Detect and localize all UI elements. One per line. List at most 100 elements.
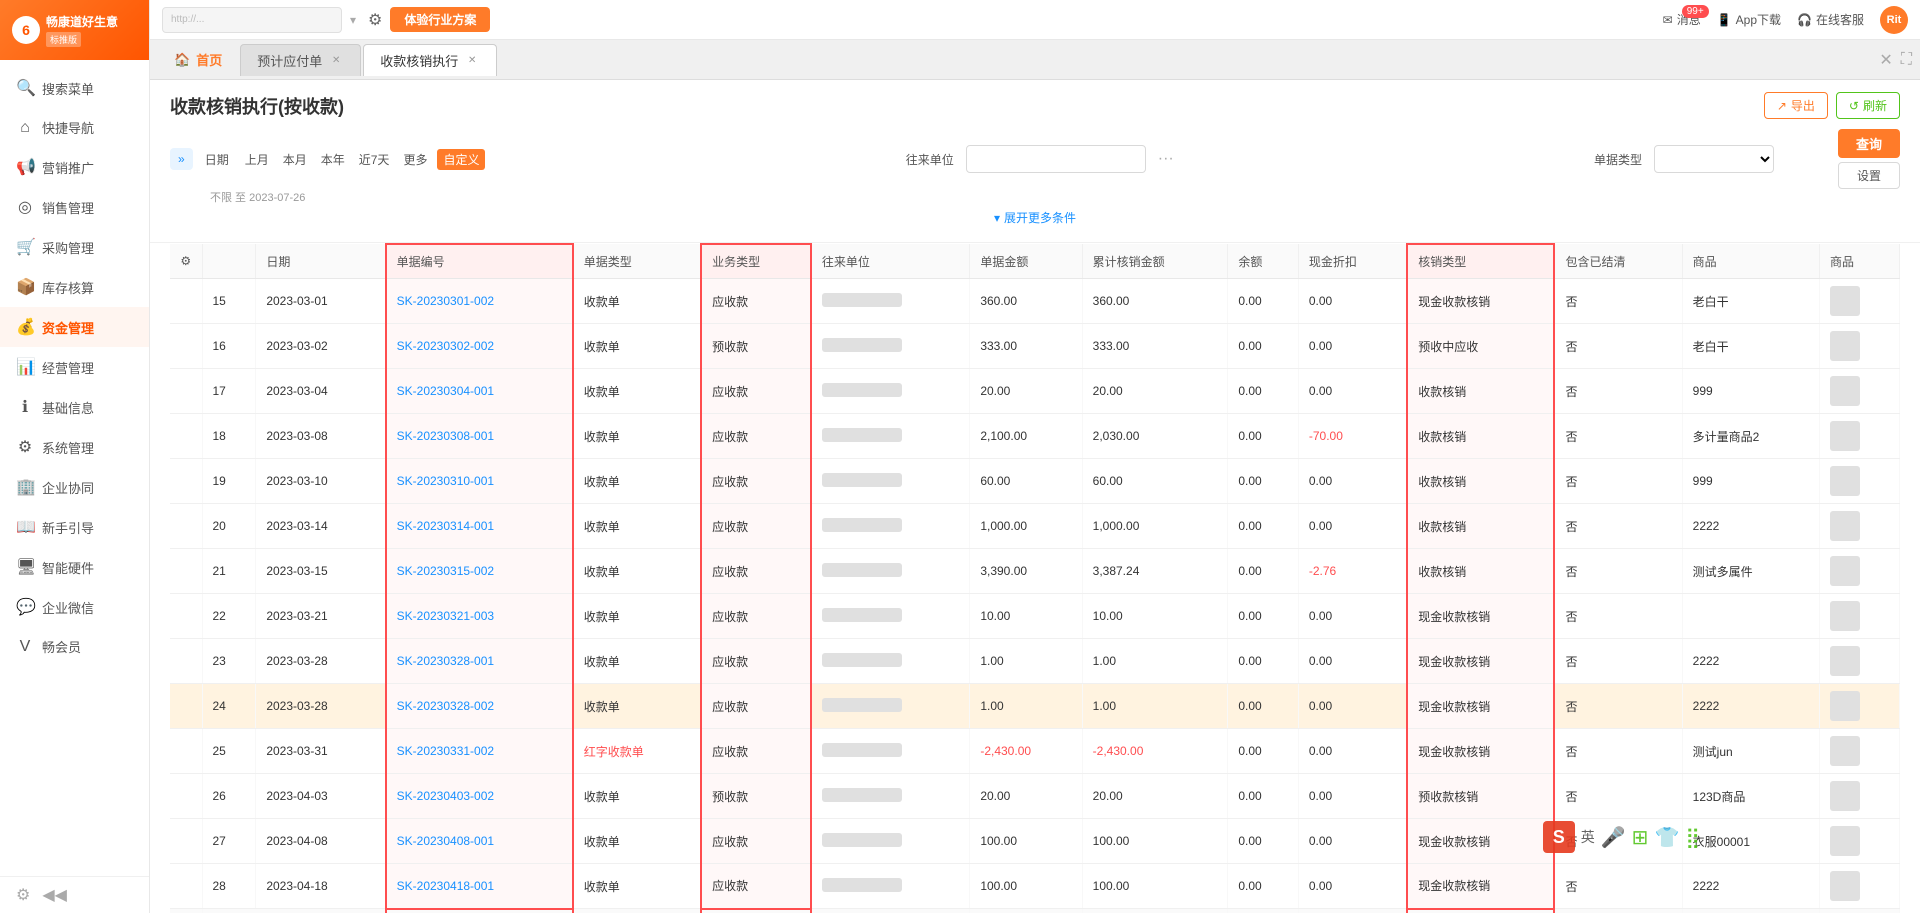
sidebar-item-marketing[interactable]: 📢营销推广 xyxy=(0,147,149,187)
col-amount[interactable]: 单据金额 xyxy=(970,244,1082,279)
code-link[interactable]: SK-20230331-002 xyxy=(397,744,494,758)
date-opt-7days[interactable]: 近7天 xyxy=(355,149,394,170)
col-settings[interactable]: ⚙ xyxy=(170,244,202,279)
code-link[interactable]: SK-20230302-002 xyxy=(397,339,494,353)
sidebar-item-quicknav[interactable]: ⌂快捷导航 xyxy=(0,108,149,147)
code-link[interactable]: SK-20230315-002 xyxy=(397,564,494,578)
maximize-icon[interactable]: ⛶ xyxy=(1901,51,1912,69)
col-code[interactable]: 单据编号 xyxy=(386,244,573,279)
sidebar-label-guide: 新手引导 xyxy=(42,518,94,537)
row-type: 红字收款单 xyxy=(573,729,701,774)
counterparty-input[interactable] xyxy=(966,145,1146,173)
tab-prepay[interactable]: 预计应付单 ✕ xyxy=(240,44,361,76)
col-accum[interactable]: 累计核销金额 xyxy=(1082,244,1228,279)
row-verify: 收款核销 xyxy=(1407,414,1554,459)
sidebar-item-purchase[interactable]: 🛒采购管理 xyxy=(0,227,149,267)
row-amount: 1.00 xyxy=(970,684,1082,729)
col-settings-cell xyxy=(170,369,202,414)
table-container: ⚙ 日期 单据编号 单据类型 业务类型 往来单位 单据金额 累计核销金额 余额 … xyxy=(150,243,1920,913)
row-accum: 100.00 xyxy=(1082,819,1228,864)
col-goods2[interactable]: 商品 xyxy=(1820,244,1900,279)
filter-settings-button[interactable]: 设置 xyxy=(1838,162,1900,189)
row-biz: 应收款 xyxy=(701,864,811,909)
row-verify: 预收款核销 xyxy=(1407,774,1554,819)
date-opt-more[interactable]: 更多 xyxy=(399,149,431,170)
col-biz[interactable]: 业务类型 xyxy=(701,244,811,279)
code-link[interactable]: SK-20230308-001 xyxy=(397,429,494,443)
online-service-button[interactable]: 🎧 在线客服 xyxy=(1797,11,1864,28)
url-dropdown-icon[interactable]: ▾ xyxy=(350,13,356,27)
sidebar-item-member[interactable]: V畅会员 xyxy=(0,627,149,666)
filter-expand-button[interactable]: » xyxy=(170,148,193,170)
query-button[interactable]: 查询 xyxy=(1838,129,1900,158)
row-type: 收款单 xyxy=(573,549,701,594)
sidebar-item-inventory[interactable]: 📦库存核算 xyxy=(0,267,149,307)
date-opt-this-month[interactable]: 本月 xyxy=(279,149,311,170)
solution-button[interactable]: 体验行业方案 xyxy=(390,7,490,32)
topbar-gear-icon[interactable]: ⚙ xyxy=(368,10,382,30)
tab-collection[interactable]: 收款核销执行 ✕ xyxy=(363,44,497,76)
sidebar-item-guide[interactable]: 📖新手引导 xyxy=(0,507,149,547)
code-link[interactable]: SK-20230418-001 xyxy=(397,879,494,893)
code-link[interactable]: SK-20230301-002 xyxy=(397,294,494,308)
code-link[interactable]: SK-20230310-001 xyxy=(397,474,494,488)
date-opt-last-month[interactable]: 上月 xyxy=(241,149,273,170)
sidebar-item-system[interactable]: ⚙系统管理 xyxy=(0,427,149,467)
date-opt-custom[interactable]: 自定义 xyxy=(437,149,485,170)
voucher-type-select[interactable] xyxy=(1654,145,1774,173)
message-button[interactable]: ✉ 消息 99+ xyxy=(1663,11,1701,28)
settings-icon[interactable]: ⚙ xyxy=(16,885,30,905)
row-balance: 0.00 xyxy=(1228,504,1299,549)
date-opt-this-year[interactable]: 本年 xyxy=(317,149,349,170)
col-verify[interactable]: 核销类型 xyxy=(1407,244,1554,279)
sidebar-item-basic[interactable]: ℹ基础信息 xyxy=(0,387,149,427)
refresh-button[interactable]: ↺ 刷新 xyxy=(1836,92,1900,119)
row-discount: 0.00 xyxy=(1298,279,1407,324)
row-accum: 20.00 xyxy=(1082,774,1228,819)
row-biz: 预收款 xyxy=(701,774,811,819)
sidebar-item-finance[interactable]: 💰资金管理 xyxy=(0,307,149,347)
user-avatar[interactable]: Rit xyxy=(1880,6,1908,34)
app-download-button[interactable]: 📱 App下载 xyxy=(1717,11,1781,28)
refresh-icon: ↺ xyxy=(1849,99,1859,113)
code-link[interactable]: SK-20230403-002 xyxy=(397,789,494,803)
col-discount[interactable]: 现金折扣 xyxy=(1298,244,1407,279)
row-closed: 否 xyxy=(1554,774,1682,819)
sidebar-item-wechat[interactable]: 💬企业微信 xyxy=(0,587,149,627)
col-balance[interactable]: 余额 xyxy=(1228,244,1299,279)
row-verify: 现金收款核销 xyxy=(1407,864,1554,909)
collapse-icon[interactable]: ◀◀ xyxy=(42,885,67,905)
sidebar-item-business[interactable]: 📊经营管理 xyxy=(0,347,149,387)
export-button[interactable]: ↗ 导出 xyxy=(1764,92,1828,119)
sidebar-item-company[interactable]: 🏢企业协同 xyxy=(0,467,149,507)
code-link[interactable]: SK-20230304-001 xyxy=(397,384,494,398)
row-date: 2023-03-28 xyxy=(256,639,386,684)
col-date[interactable]: 日期 xyxy=(256,244,386,279)
more-options-icon[interactable]: ··· xyxy=(1158,150,1174,168)
code-link[interactable]: SK-20230321-003 xyxy=(397,609,494,623)
col-type[interactable]: 单据类型 xyxy=(573,244,701,279)
tab-collection-close[interactable]: ✕ xyxy=(464,52,480,68)
code-link[interactable]: SK-20230328-001 xyxy=(397,654,494,668)
sidebar-item-search[interactable]: 🔍搜索菜单 xyxy=(0,68,149,108)
row-goods1 xyxy=(1682,594,1819,639)
col-closed[interactable]: 包含已结清 xyxy=(1554,244,1682,279)
expand-more-button[interactable]: ▾ 展开更多条件 xyxy=(994,209,1076,226)
row-verify: 收款核销 xyxy=(1407,504,1554,549)
col-partner[interactable]: 往来单位 xyxy=(811,244,970,279)
tab-home[interactable]: 🏠 首页 xyxy=(158,44,238,76)
row-discount: 0.00 xyxy=(1298,774,1407,819)
sidebar-item-sales[interactable]: ◎销售管理 xyxy=(0,187,149,227)
row-goods2 xyxy=(1820,684,1900,729)
col-settings-cell xyxy=(170,729,202,774)
code-link[interactable]: SK-20230408-001 xyxy=(397,834,494,848)
sidebar-item-hardware[interactable]: 🖥智能硬件 xyxy=(0,547,149,587)
row-balance: 0.00 xyxy=(1228,684,1299,729)
code-link[interactable]: SK-20230314-001 xyxy=(397,519,494,533)
tab-prepay-close[interactable]: ✕ xyxy=(328,52,344,68)
close-all-icon[interactable]: ✕ xyxy=(1879,50,1892,70)
col-goods1[interactable]: 商品 xyxy=(1682,244,1819,279)
url-bar[interactable]: http://... xyxy=(162,7,342,33)
code-link[interactable]: SK-20230328-002 xyxy=(397,699,494,713)
row-date: 2023-04-03 xyxy=(256,774,386,819)
